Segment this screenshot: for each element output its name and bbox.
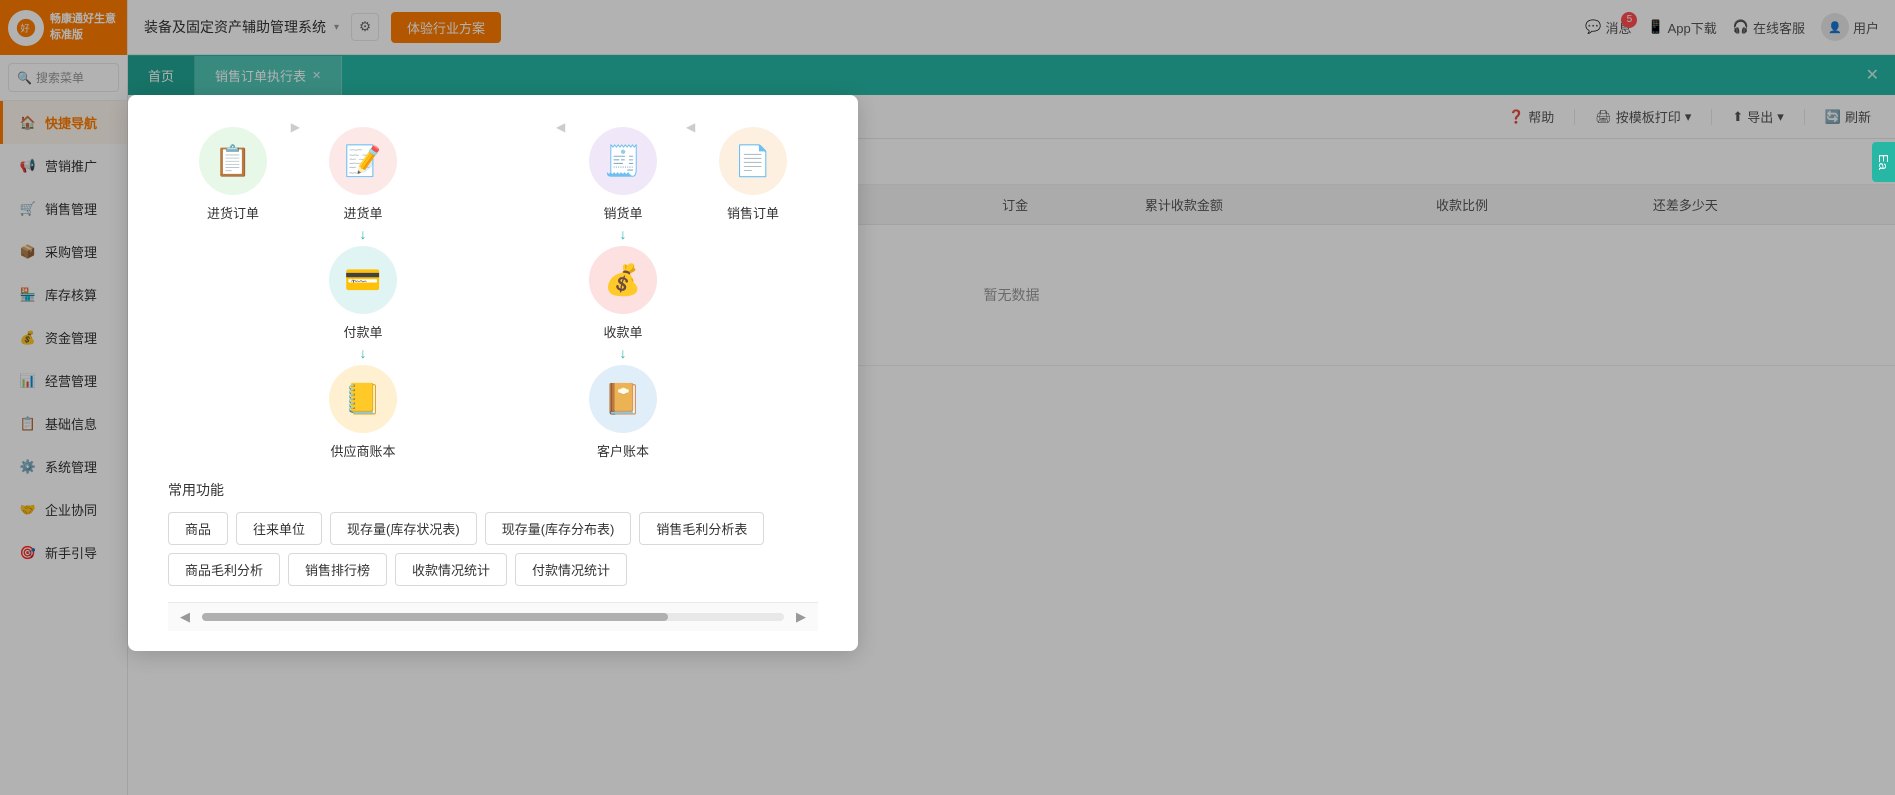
ea-floating-button[interactable]: Ea	[1872, 142, 1895, 182]
flow-node-supplier-ledger-label: 供应商账本	[330, 441, 395, 460]
common-btn-0[interactable]: 商品	[168, 512, 228, 545]
flow-node-payment-label: 付款单	[343, 322, 382, 341]
flow-node-customer-ledger-circle[interactable]: 📔	[589, 365, 657, 433]
flow-col-receipt: ↓ 💰 收款单	[558, 222, 688, 341]
common-functions-section: 常用功能 商品往来单位现存量(库存状况表)现存量(库存分布表)销售毛利分析表商品…	[168, 480, 818, 586]
flow-col-customer-ledger: ↓ 📔 客户账本	[558, 341, 688, 460]
arrow-down-payment: ↓	[360, 226, 367, 242]
flow-diagram: 📋 进货订单 ▶ 📝 进货单	[168, 127, 818, 460]
flow-node-payment-circle[interactable]: 💳	[329, 246, 397, 314]
arrow-down-supplier: ↓	[360, 345, 367, 361]
flow-node-sales-order-label: 销售订单	[727, 203, 779, 222]
flow-node-purchase-order-circle[interactable]: 📋	[199, 127, 267, 195]
flow-node-sales-receipt-circle[interactable]: 🧾	[589, 127, 657, 195]
flow-node-purchase-receipt-label: 进货单	[343, 203, 382, 222]
flow-col-3: 🧾 销货单	[558, 127, 688, 222]
common-btn-2[interactable]: 现存量(库存状况表)	[330, 512, 477, 545]
scroll-left-button[interactable]: ◀	[172, 607, 198, 627]
common-btn-5[interactable]: 商品毛利分析	[168, 553, 280, 586]
flow-node-purchase-order-label: 进货订单	[207, 203, 259, 222]
flow-node-receipt-circle[interactable]: 💰	[589, 246, 657, 314]
common-functions-title: 常用功能	[168, 480, 818, 500]
popup-overlay[interactable]: 📋 进货订单 ▶ 📝 进货单	[0, 0, 1895, 795]
common-buttons-row-1: 商品往来单位现存量(库存状况表)现存量(库存分布表)销售毛利分析表商品毛利分析销…	[168, 512, 818, 586]
scroll-right-button[interactable]: ▶	[788, 607, 814, 627]
flow-node-supplier-ledger-circle[interactable]: 📒	[329, 365, 397, 433]
flow-col-2: 📝 进货单	[298, 127, 428, 222]
common-btn-8[interactable]: 付款情况统计	[515, 553, 627, 586]
common-btn-3[interactable]: 现存量(库存分布表)	[485, 512, 632, 545]
flow-node-customer-ledger-label: 客户账本	[597, 441, 649, 460]
arrow-down-customer: ↓	[620, 345, 627, 361]
common-btn-4[interactable]: 销售毛利分析表	[639, 512, 764, 545]
flow-node-sales-order-circle[interactable]: 📄	[719, 127, 787, 195]
flow-node-purchase-receipt-circle[interactable]: 📝	[329, 127, 397, 195]
common-btn-7[interactable]: 收款情况统计	[395, 553, 507, 586]
quick-nav-popup: 📋 进货订单 ▶ 📝 进货单	[128, 95, 858, 651]
flow-node-sales-receipt-label: 销货单	[603, 203, 642, 222]
flow-col-payment: ↓ 💳 付款单	[298, 222, 428, 341]
flow-col-1: 📋 进货订单	[168, 127, 298, 222]
common-btn-6[interactable]: 销售排行榜	[288, 553, 387, 586]
common-btn-1[interactable]: 往来单位	[236, 512, 322, 545]
arrow-down-receipt: ↓	[620, 226, 627, 242]
flow-col-4: 📄 销售订单	[688, 127, 818, 222]
scroll-row: ◀ ▶	[168, 602, 818, 631]
flow-node-receipt-label: 收款单	[603, 322, 642, 341]
flow-col-supplier-ledger: ↓ 📒 供应商账本	[298, 341, 428, 460]
